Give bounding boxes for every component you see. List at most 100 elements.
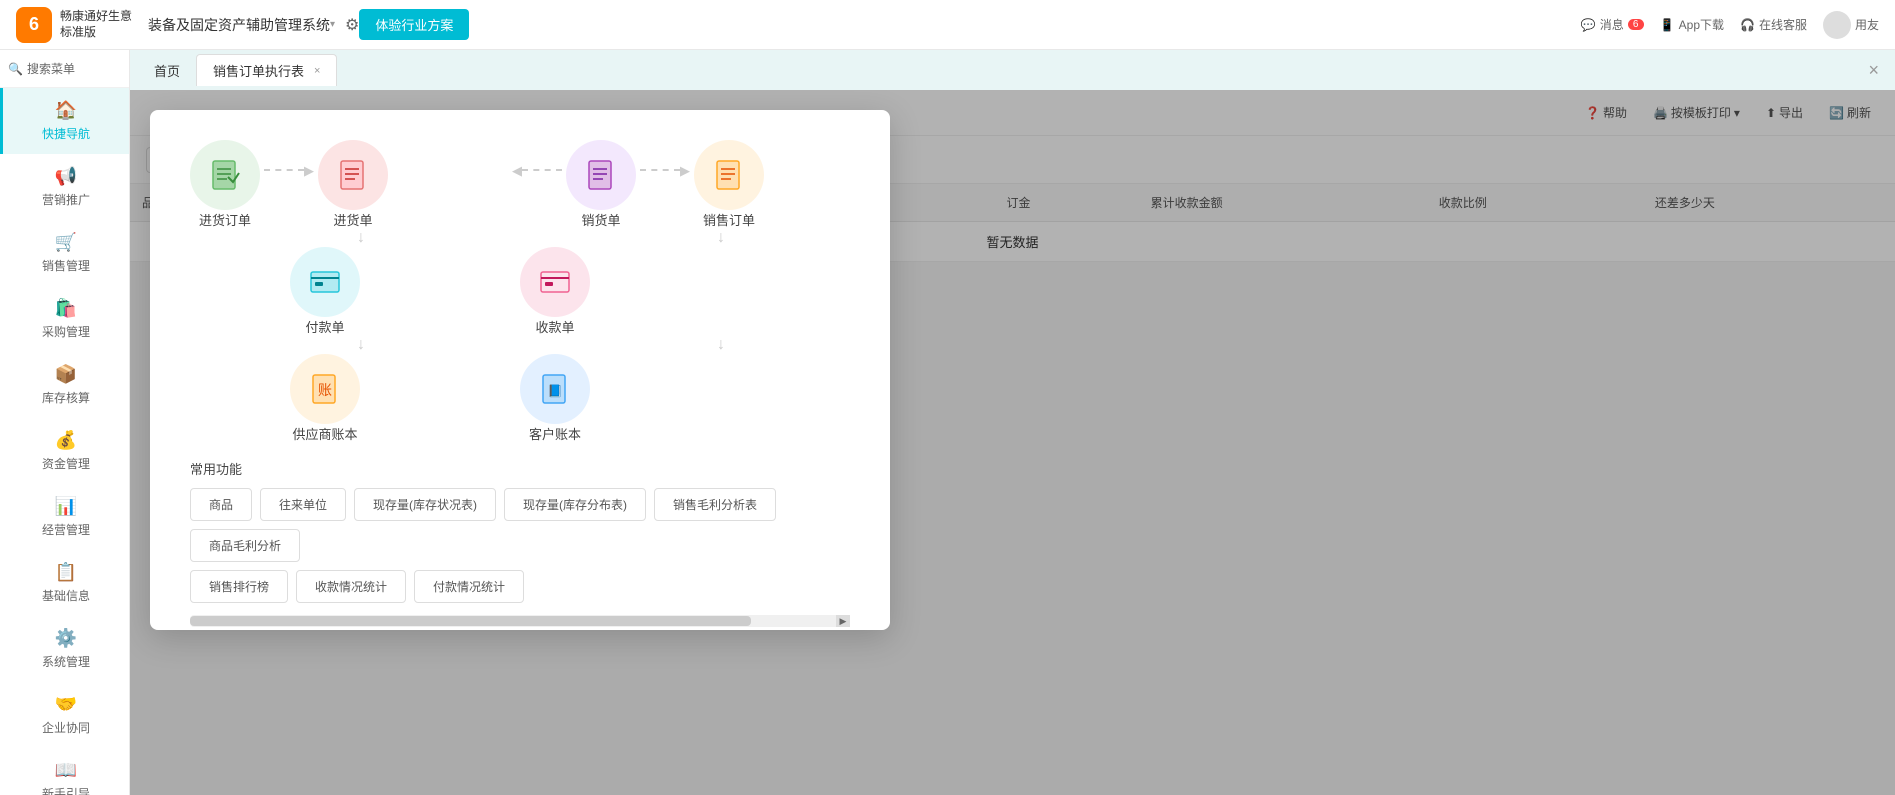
flow-arrows-row: ↓ ↓ [190,229,850,247]
flow-item-customer-ledger[interactable]: 📘 客户账本 [520,354,590,443]
svg-text:📘: 📘 [548,384,563,398]
common-btn-stock-status[interactable]: 现存量(库存状况表) [354,488,496,521]
supplier-ledger-label: 供应商账本 [292,424,357,443]
handshake-icon: 🤝 [55,694,77,715]
top-bar-right: 💬 消息 6 📱 App下载 🎧 在线客服 用友 [1581,11,1879,39]
money-icon: 💰 [55,430,77,451]
arrow-h-2: ◀ [508,163,566,179]
sidebar-item-marketing[interactable]: 📢 营销推广 [0,154,129,220]
common-section: 常用功能 商品 往来单位 现存量(库存状况表) 现存量(库存分布表) 销售毛利分… [190,459,850,603]
supplier-ledger-circle: 账 [290,354,360,424]
logo-area: 6 畅康通好生意 标准版 [16,7,132,43]
tab-bar: 首页 销售订单执行表 × × [130,50,1895,90]
flow-item-purchase-bill[interactable]: 进货单 [318,140,388,229]
flow-item-sales-bill[interactable]: 销货单 [566,140,636,229]
trial-button[interactable]: 体验行业方案 [359,9,469,40]
common-btns: 商品 往来单位 现存量(库存状况表) 现存量(库存分布表) 销售毛利分析表 商品… [190,488,850,562]
common-btn-receipt-stats[interactable]: 收款情况统计 [296,570,406,603]
common-btn-sales-rank[interactable]: 销售排行榜 [190,570,288,603]
common-btns-row2: 销售排行榜 收款情况统计 付款情况统计 [190,570,850,603]
svg-text:账: 账 [318,382,332,398]
book-icon: 📖 [55,760,77,781]
system-title: 装备及固定资产辅助管理系统 [148,15,330,35]
flow-item-receipt[interactable]: 收款单 [520,247,590,336]
sidebar-item-purchase[interactable]: 🛍️ 采购管理 [0,286,129,352]
clipboard-icon: 📋 [55,562,77,583]
search-icon: 🔍 [8,62,23,76]
logo-text: 畅康通好生意 标准版 [60,9,132,40]
page-close-button[interactable]: × [1860,56,1887,85]
user-menu[interactable]: 用友 [1823,11,1879,39]
app-download-button[interactable]: 📱 App下载 [1660,16,1724,33]
bag-icon: 🛍️ [55,298,77,319]
megaphone-icon: 📢 [55,166,77,187]
message-badge: 6 [1628,19,1644,30]
sidebar-item-guide[interactable]: 📖 新手引导 [0,748,129,795]
modal: 进货订单 ▶ [150,110,890,630]
common-btn-goods[interactable]: 商品 [190,488,252,521]
sales-bill-label: 销货单 [581,210,620,229]
sidebar-item-system[interactable]: ⚙️ 系统管理 [0,616,129,682]
sidebar-item-sales[interactable]: 🛒 销售管理 [0,220,129,286]
common-btn-payment-stats[interactable]: 付款情况统计 [414,570,524,603]
flow-row-2: 付款单 [190,247,850,336]
arrow-h-3: ▶ [636,163,694,179]
cart-icon: 🛒 [55,232,77,253]
purchase-order-circle [190,140,260,210]
common-title: 常用功能 [190,459,850,478]
modal-scrollbar[interactable]: ▶ [190,615,850,627]
message-button[interactable]: 💬 消息 6 [1581,16,1644,33]
settings-icon[interactable]: ⚙ [345,15,359,35]
app-container: 6 畅康通好生意 标准版 装备及固定资产辅助管理系统 ▾ ⚙ 体验行业方案 💬 … [0,0,1895,795]
flow-arrows-row-2: ↓ ↓ [190,336,850,354]
common-btn-goods-gross[interactable]: 商品毛利分析 [190,529,300,562]
box-icon: 📦 [55,364,77,385]
flow-item-sales-order[interactable]: 销售订单 [694,140,764,229]
online-service-button[interactable]: 🎧 在线客服 [1740,16,1807,33]
avatar [1823,11,1851,39]
home-icon: 🏠 [55,100,77,121]
purchase-bill-circle [318,140,388,210]
payment-circle [290,247,360,317]
logo-icon: 6 [16,7,52,43]
flow-item-payment[interactable]: 付款单 [290,247,360,336]
chart-icon: 📊 [55,496,77,517]
customer-ledger-circle: 📘 [520,354,590,424]
common-btn-partners[interactable]: 往来单位 [260,488,346,521]
common-btn-sales-gross[interactable]: 销售毛利分析表 [654,488,776,521]
sidebar-item-operations[interactable]: 📊 经营管理 [0,484,129,550]
sidebar-item-basic-info[interactable]: 📋 基础信息 [0,550,129,616]
system-dropdown-arrow[interactable]: ▾ [330,19,335,30]
scrollbar-thumb [190,616,751,626]
scrollbar-arrow-right[interactable]: ▶ [836,615,850,627]
sidebar-item-quick-nav[interactable]: 🏠 快捷导航 [0,88,129,154]
sidebar-item-finance[interactable]: 💰 资金管理 [0,418,129,484]
customer-ledger-label: 客户账本 [529,424,581,443]
sidebar-search[interactable]: 🔍 搜索菜单 [0,50,129,88]
arrow-h-1: ▶ [260,163,318,179]
page-content: ❓ 帮助 🖨️ 按模板打印 ▾ ⬆ 导出 🔄 刷新 [130,90,1895,795]
main-area: 🔍 搜索菜单 🏠 快捷导航 📢 营销推广 🛒 销售管理 🛍️ 采购管理 📦 [0,50,1895,795]
tab-close-icon[interactable]: × [314,65,320,77]
tab-home[interactable]: 首页 [138,55,196,86]
receipt-circle [520,247,590,317]
receipt-label: 收款单 [535,317,574,336]
tab-sales-order[interactable]: 销售订单执行表 × [196,54,337,86]
payment-label: 付款单 [305,317,344,336]
common-btn-stock-dist[interactable]: 现存量(库存分布表) [504,488,646,521]
content-area: 首页 销售订单执行表 × × ❓ 帮助 🖨️ [130,50,1895,795]
flow-item-supplier-ledger[interactable]: 账 供应商账本 [290,354,360,443]
sales-order-label: 销售订单 [703,210,755,229]
service-icon: 🎧 [1740,18,1755,32]
modal-overlay: 进货订单 ▶ [130,90,1895,795]
top-bar: 6 畅康通好生意 标准版 装备及固定资产辅助管理系统 ▾ ⚙ 体验行业方案 💬 … [0,0,1895,50]
sidebar-item-enterprise[interactable]: 🤝 企业协同 [0,682,129,748]
purchase-order-label: 进货订单 [199,210,251,229]
flow-row-1: 进货订单 ▶ [190,140,850,229]
purchase-bill-label: 进货单 [333,210,372,229]
sidebar: 🔍 搜索菜单 🏠 快捷导航 📢 营销推广 🛒 销售管理 🛍️ 采购管理 📦 [0,50,130,795]
gear-icon: ⚙️ [55,628,77,649]
flow-item-purchase-order[interactable]: 进货订单 [190,140,260,229]
sidebar-item-inventory[interactable]: 📦 库存核算 [0,352,129,418]
download-icon: 📱 [1660,18,1675,32]
